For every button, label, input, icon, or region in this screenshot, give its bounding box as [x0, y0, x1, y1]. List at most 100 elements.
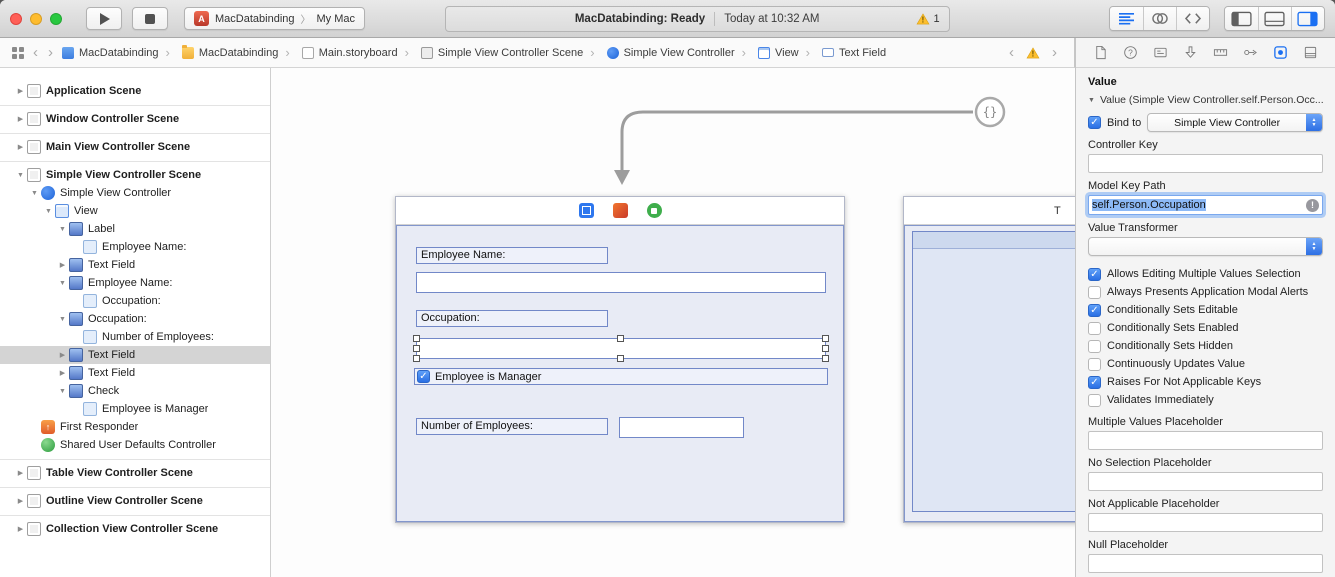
standard-editor-button[interactable]: [1109, 7, 1143, 30]
navigator-panel-toggle[interactable]: [1224, 7, 1258, 30]
outline-row[interactable]: Application Scene: [0, 82, 270, 100]
outline-row[interactable]: Occupation:: [0, 292, 270, 310]
ib-canvas[interactable]: {} Employee Name: Occupation: ✓ Employee…: [271, 68, 1075, 577]
resize-handle[interactable]: [822, 355, 829, 362]
zoom-button[interactable]: [50, 12, 62, 25]
binding-connection-badge[interactable]: {}: [983, 105, 997, 119]
disclosure-triangle[interactable]: [28, 190, 41, 197]
placeholder-field[interactable]: [1088, 513, 1323, 532]
outline-row[interactable]: View: [0, 202, 270, 220]
outline-row[interactable]: Number of Employees:: [0, 328, 270, 346]
binding-option-row[interactable]: Conditionally Sets Editable: [1088, 301, 1323, 319]
scene2-view[interactable]: [904, 225, 1075, 522]
resize-handle[interactable]: [617, 335, 624, 342]
inspector-panel-toggle[interactable]: [1290, 7, 1324, 30]
outline-row[interactable]: Shared User Defaults Controller: [0, 436, 270, 454]
attributes-inspector-tab[interactable]: [1179, 42, 1201, 64]
outline-row[interactable]: Check: [0, 382, 270, 400]
outline-row[interactable]: Text Field: [0, 346, 270, 364]
size-inspector-tab[interactable]: [1210, 42, 1232, 64]
forward-button[interactable]: ›: [43, 45, 58, 60]
table-view-controller-scene[interactable]: T: [903, 196, 1075, 523]
disclosure-triangle[interactable]: ▼: [1088, 97, 1095, 104]
checkbox[interactable]: [1088, 339, 1101, 353]
jump-bar-item[interactable]: Text Field: [799, 45, 886, 60]
resize-handle[interactable]: [413, 355, 420, 362]
disclosure-triangle[interactable]: [14, 469, 27, 477]
jump-bar-item[interactable]: Main.storyboard: [278, 45, 398, 60]
checkbox[interactable]: [1088, 393, 1101, 407]
number-of-employees-label[interactable]: Number of Employees:: [416, 418, 608, 435]
placeholder-field[interactable]: [1088, 431, 1323, 450]
jump-bar-item[interactable]: View: [735, 45, 799, 60]
checkbox[interactable]: [1088, 357, 1101, 371]
disclosure-triangle[interactable]: [42, 208, 55, 215]
disclosure-triangle[interactable]: [14, 172, 27, 179]
debug-panel-toggle[interactable]: [1257, 7, 1291, 30]
scheme-selector[interactable]: MacDatabinding 〉 My Mac: [184, 7, 365, 30]
binding-option-row[interactable]: Allows Editing Multiple Values Selection: [1088, 265, 1323, 283]
close-button[interactable]: [10, 12, 22, 25]
disclosure-triangle[interactable]: [56, 280, 69, 287]
connections-inspector-tab[interactable]: [1240, 42, 1262, 64]
outline-row[interactable]: Occupation:: [0, 310, 270, 328]
previous-issue-button[interactable]: ‹: [1004, 45, 1019, 60]
outline-row[interactable]: Employee is Manager: [0, 400, 270, 418]
employee-name-label[interactable]: Employee Name:: [416, 247, 608, 264]
outline-row[interactable]: Text Field: [0, 256, 270, 274]
run-button[interactable]: [86, 7, 122, 30]
next-issue-button[interactable]: ›: [1047, 45, 1062, 60]
jump-bar-item[interactable]: Simple View Controller Scene: [398, 45, 583, 60]
checkbox[interactable]: [1088, 267, 1101, 281]
first-responder-icon[interactable]: [612, 203, 628, 218]
disclosure-triangle[interactable]: [56, 316, 69, 323]
binding-option-row[interactable]: Validates Immediately: [1088, 391, 1323, 409]
resize-handle[interactable]: [413, 344, 420, 352]
bindings-inspector-tab[interactable]: [1270, 42, 1292, 64]
table-view[interactable]: [912, 231, 1075, 512]
outline-row[interactable]: First Responder: [0, 418, 270, 436]
view[interactable]: Employee Name: Occupation: Employee is M…: [396, 225, 844, 522]
identity-inspector-tab[interactable]: [1149, 42, 1171, 64]
controller-key-field[interactable]: [1088, 154, 1323, 173]
binding-option-row[interactable]: Conditionally Sets Enabled: [1088, 319, 1323, 337]
binding-option-row[interactable]: Always Presents Application Modal Alerts: [1088, 283, 1323, 301]
number-of-employees-field[interactable]: [619, 417, 744, 438]
resize-handle[interactable]: [413, 335, 420, 342]
jump-bar-item[interactable]: MacDatabinding: [159, 45, 278, 60]
disclosure-triangle[interactable]: [14, 497, 27, 505]
outline-row[interactable]: Employee Name:: [0, 238, 270, 256]
manager-checkbox[interactable]: Employee is Manager: [414, 368, 828, 385]
outline-row[interactable]: Simple View Controller: [0, 184, 270, 202]
disclosure-triangle[interactable]: [56, 261, 69, 269]
checkbox[interactable]: [1088, 375, 1101, 389]
binding-option-row[interactable]: Raises For Not Applicable Keys: [1088, 373, 1323, 391]
view-controller-icon[interactable]: [578, 203, 594, 218]
outline-row[interactable]: Simple View Controller Scene: [0, 161, 270, 184]
checkbox[interactable]: [1088, 285, 1101, 299]
disclosure-triangle[interactable]: [14, 115, 27, 123]
jump-bar-item[interactable]: Simple View Controller: [583, 45, 735, 60]
outline-row[interactable]: Text Field: [0, 364, 270, 382]
disclosure-triangle[interactable]: [56, 226, 69, 233]
disclosure-triangle[interactable]: [14, 525, 27, 533]
checkbox[interactable]: [1088, 303, 1101, 317]
value-transformer-popup[interactable]: [1088, 237, 1323, 256]
version-editor-button[interactable]: [1175, 7, 1209, 30]
disclosure-triangle[interactable]: [56, 388, 69, 395]
binding-issue-badge[interactable]: !: [1306, 198, 1319, 212]
quick-help-tab[interactable]: ?: [1119, 42, 1141, 64]
binding-option-row[interactable]: Conditionally Sets Hidden: [1088, 337, 1323, 355]
stop-button[interactable]: [132, 7, 168, 30]
outline-row[interactable]: Window Controller Scene: [0, 105, 270, 128]
bind-to-popup[interactable]: Simple View Controller: [1147, 113, 1323, 132]
simple-view-controller-scene[interactable]: Employee Name: Occupation: Employee is M…: [395, 196, 845, 523]
outline-row[interactable]: Table View Controller Scene: [0, 459, 270, 482]
disclosure-triangle[interactable]: [14, 143, 27, 151]
disclosure-triangle[interactable]: [56, 351, 69, 359]
model-key-path-field[interactable]: self.Person.Occupation !: [1088, 195, 1323, 215]
binding-option-row[interactable]: Continuously Updates Value: [1088, 355, 1323, 373]
outline-row[interactable]: Main View Controller Scene: [0, 133, 270, 156]
checkbox[interactable]: [417, 370, 430, 383]
warning-indicator[interactable]: ! 1: [916, 7, 940, 31]
